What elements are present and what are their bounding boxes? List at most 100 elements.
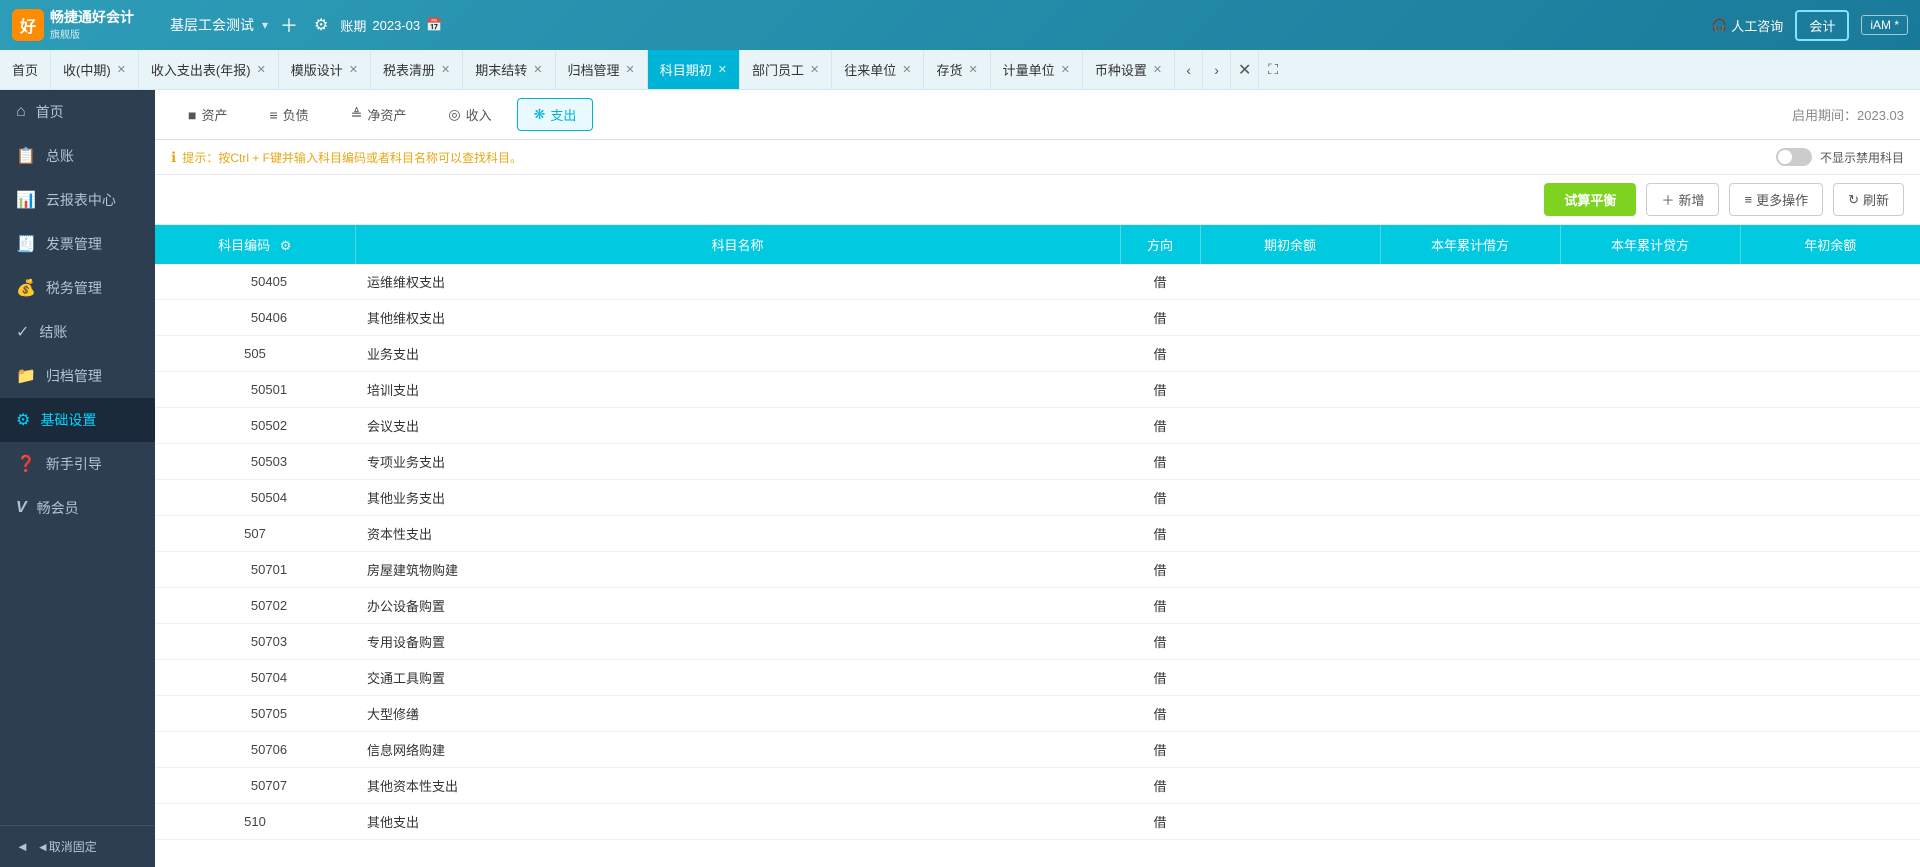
tab-bar: 首页 收(中期) ✕ 收入支出表(年报) ✕ 模版设计 ✕ 税表清册 ✕ 期末结… bbox=[0, 50, 1920, 90]
cell-code: 50503 bbox=[155, 444, 355, 480]
sidebar-item-guide[interactable]: ❓ 新手引导 bbox=[0, 442, 155, 486]
tab-subject-init-close[interactable]: ✕ bbox=[718, 63, 727, 76]
add-button[interactable]: ＋ 新增 bbox=[1646, 183, 1719, 216]
table-row[interactable]: 50504其他业务支出借 bbox=[155, 480, 1920, 516]
table-row[interactable]: 50704交通工具购置借 bbox=[155, 660, 1920, 696]
col-settings-icon[interactable]: ⚙ bbox=[280, 238, 292, 253]
sidebar-item-reports[interactable]: 📊 云报表中心 bbox=[0, 178, 155, 222]
tab-dept[interactable]: 部门员工 ✕ bbox=[740, 50, 832, 89]
sidebar-item-archive[interactable]: 📁 归档管理 bbox=[0, 354, 155, 398]
cell-code: 505 bbox=[155, 336, 355, 372]
sub-tab-assets-label: 资产 bbox=[201, 105, 227, 124]
subject-table: 科目编码 ⚙ 科目名称 方向 期初余额 本年累计借方 本年累计贷方 年初余额 5… bbox=[155, 225, 1920, 840]
tab-currency[interactable]: 币种设置 ✕ bbox=[1083, 50, 1175, 89]
sidebar-collapse-button[interactable]: ◄ ◄取消固定 bbox=[0, 825, 155, 867]
tax-icon: 💰 bbox=[16, 278, 36, 298]
more-actions-button[interactable]: ≡ 更多操作 bbox=[1729, 183, 1823, 216]
table-row[interactable]: 50703专用设备购置借 bbox=[155, 624, 1920, 660]
table-row[interactable]: 50701房屋建筑物购建借 bbox=[155, 552, 1920, 588]
tab-cashier-close[interactable]: ✕ bbox=[117, 63, 126, 76]
period-value: 2023-03 bbox=[372, 18, 420, 33]
sidebar-item-settle[interactable]: ✓ 结账 bbox=[0, 310, 155, 354]
tab-home[interactable]: 首页 bbox=[0, 50, 51, 89]
invoice-icon: 🧾 bbox=[16, 234, 36, 254]
tab-template[interactable]: 模版设计 ✕ bbox=[279, 50, 371, 89]
tab-unit[interactable]: 计量单位 ✕ bbox=[991, 50, 1083, 89]
reports-icon: 📊 bbox=[16, 190, 36, 210]
tab-archive-mgmt-close[interactable]: ✕ bbox=[626, 63, 635, 76]
sidebar-item-tax[interactable]: 💰 税务管理 bbox=[0, 266, 155, 310]
tab-period-end[interactable]: 期末结转 ✕ bbox=[463, 50, 555, 89]
calendar-icon[interactable]: 📅 bbox=[426, 17, 442, 33]
sidebar-item-settings[interactable]: ⚙ 基础设置 bbox=[0, 398, 155, 442]
headset-icon: 🎧 bbox=[1711, 17, 1727, 33]
tab-cashier[interactable]: 收(中期) ✕ bbox=[51, 50, 139, 89]
table-row[interactable]: 50706信息网络购建借 bbox=[155, 732, 1920, 768]
tab-inventory-close[interactable]: ✕ bbox=[968, 63, 977, 76]
tab-currency-close[interactable]: ✕ bbox=[1153, 63, 1162, 76]
table-row[interactable]: 50503专项业务支出借 bbox=[155, 444, 1920, 480]
cell-ytd-debit bbox=[1380, 588, 1560, 624]
tab-customer[interactable]: 往来单位 ✕ bbox=[832, 50, 924, 89]
cell-code: 50705 bbox=[155, 696, 355, 732]
table-row[interactable]: 50502会议支出借 bbox=[155, 408, 1920, 444]
sub-tab-assets[interactable]: ■ 资产 bbox=[171, 98, 244, 131]
tab-close-all[interactable]: ✕ bbox=[1231, 50, 1259, 89]
sidebar-item-ledger[interactable]: 📋 总账 bbox=[0, 134, 155, 178]
tab-subject-init[interactable]: 科目期初 ✕ bbox=[648, 50, 740, 89]
table-row[interactable]: 507资本性支出借 bbox=[155, 516, 1920, 552]
balance-button[interactable]: 试算平衡 bbox=[1544, 183, 1636, 216]
tab-nav-next[interactable]: › bbox=[1203, 50, 1231, 89]
tab-income-close[interactable]: ✕ bbox=[257, 63, 266, 76]
table-row[interactable]: 50702办公设备购置借 bbox=[155, 588, 1920, 624]
table-row[interactable]: 50707其他资本性支出借 bbox=[155, 768, 1920, 804]
settings-icon[interactable]: ⚙ bbox=[314, 15, 328, 35]
cell-name: 资本性支出 bbox=[355, 516, 1120, 552]
cell-direction: 借 bbox=[1120, 264, 1200, 300]
tab-template-close[interactable]: ✕ bbox=[349, 63, 358, 76]
tab-customer-close[interactable]: ✕ bbox=[902, 63, 911, 76]
cell-ytd-balance bbox=[1740, 336, 1920, 372]
tab-archive-mgmt[interactable]: 归档管理 ✕ bbox=[556, 50, 648, 89]
table-row[interactable]: 50501培训支出借 bbox=[155, 372, 1920, 408]
cell-opening-balance bbox=[1200, 552, 1380, 588]
account-button[interactable]: 会计 bbox=[1795, 10, 1849, 41]
company-dropdown-icon[interactable]: ▾ bbox=[262, 18, 268, 32]
tab-period-end-close[interactable]: ✕ bbox=[533, 63, 542, 76]
service-button[interactable]: 🎧 人工咨询 bbox=[1711, 16, 1783, 35]
tab-cashier-label: 收(中期) bbox=[63, 60, 111, 79]
info-icon: ℹ bbox=[171, 149, 176, 166]
cell-code: 50405 bbox=[155, 264, 355, 300]
sidebar-item-invoice[interactable]: 🧾 发票管理 bbox=[0, 222, 155, 266]
sidebar-item-home[interactable]: ⌂ 首页 bbox=[0, 90, 155, 134]
sidebar-item-member[interactable]: V 畅会员 bbox=[0, 486, 155, 530]
hint-box: ℹ 提示：按Ctrl + F键并输入科目编码或者科目名称可以查找科目。 bbox=[171, 149, 1768, 166]
sub-tab-liability[interactable]: ≡ 负债 bbox=[252, 98, 325, 131]
sub-tab-income[interactable]: ◎ 收入 bbox=[431, 98, 508, 131]
cell-direction: 借 bbox=[1120, 300, 1200, 336]
table-row[interactable]: 50405运维维权支出借 bbox=[155, 264, 1920, 300]
tab-income[interactable]: 收入支出表(年报) ✕ bbox=[139, 50, 279, 89]
refresh-button[interactable]: ↻ 刷新 bbox=[1833, 183, 1904, 216]
company-selector[interactable]: 基层工会测试 ▾ ＋ ⚙ 账期 2023-03 📅 bbox=[170, 12, 1701, 38]
cell-ytd-debit bbox=[1380, 804, 1560, 840]
disabled-subject-toggle[interactable] bbox=[1776, 148, 1812, 166]
tab-nav-prev[interactable]: ‹ bbox=[1175, 50, 1203, 89]
table-row[interactable]: 50705大型修缮借 bbox=[155, 696, 1920, 732]
tab-unit-close[interactable]: ✕ bbox=[1061, 63, 1070, 76]
tab-dept-close[interactable]: ✕ bbox=[810, 63, 819, 76]
add-company-button[interactable]: ＋ bbox=[280, 12, 298, 38]
tab-tax-close[interactable]: ✕ bbox=[441, 63, 450, 76]
cell-opening-balance bbox=[1200, 336, 1380, 372]
cell-ytd-credit bbox=[1560, 372, 1740, 408]
sub-tab-expense[interactable]: ❋ 支出 bbox=[517, 98, 594, 131]
tab-maximize[interactable]: ⛶ bbox=[1259, 50, 1287, 89]
tab-tax[interactable]: 税表清册 ✕ bbox=[371, 50, 463, 89]
tab-period-end-label: 期末结转 bbox=[475, 60, 527, 79]
cell-ytd-debit bbox=[1380, 516, 1560, 552]
table-row[interactable]: 505业务支出借 bbox=[155, 336, 1920, 372]
table-row[interactable]: 510其他支出借 bbox=[155, 804, 1920, 840]
tab-inventory[interactable]: 存货 ✕ bbox=[924, 50, 990, 89]
table-row[interactable]: 50406其他维权支出借 bbox=[155, 300, 1920, 336]
sub-tab-net-assets[interactable]: ≜ 净资产 bbox=[334, 98, 424, 131]
